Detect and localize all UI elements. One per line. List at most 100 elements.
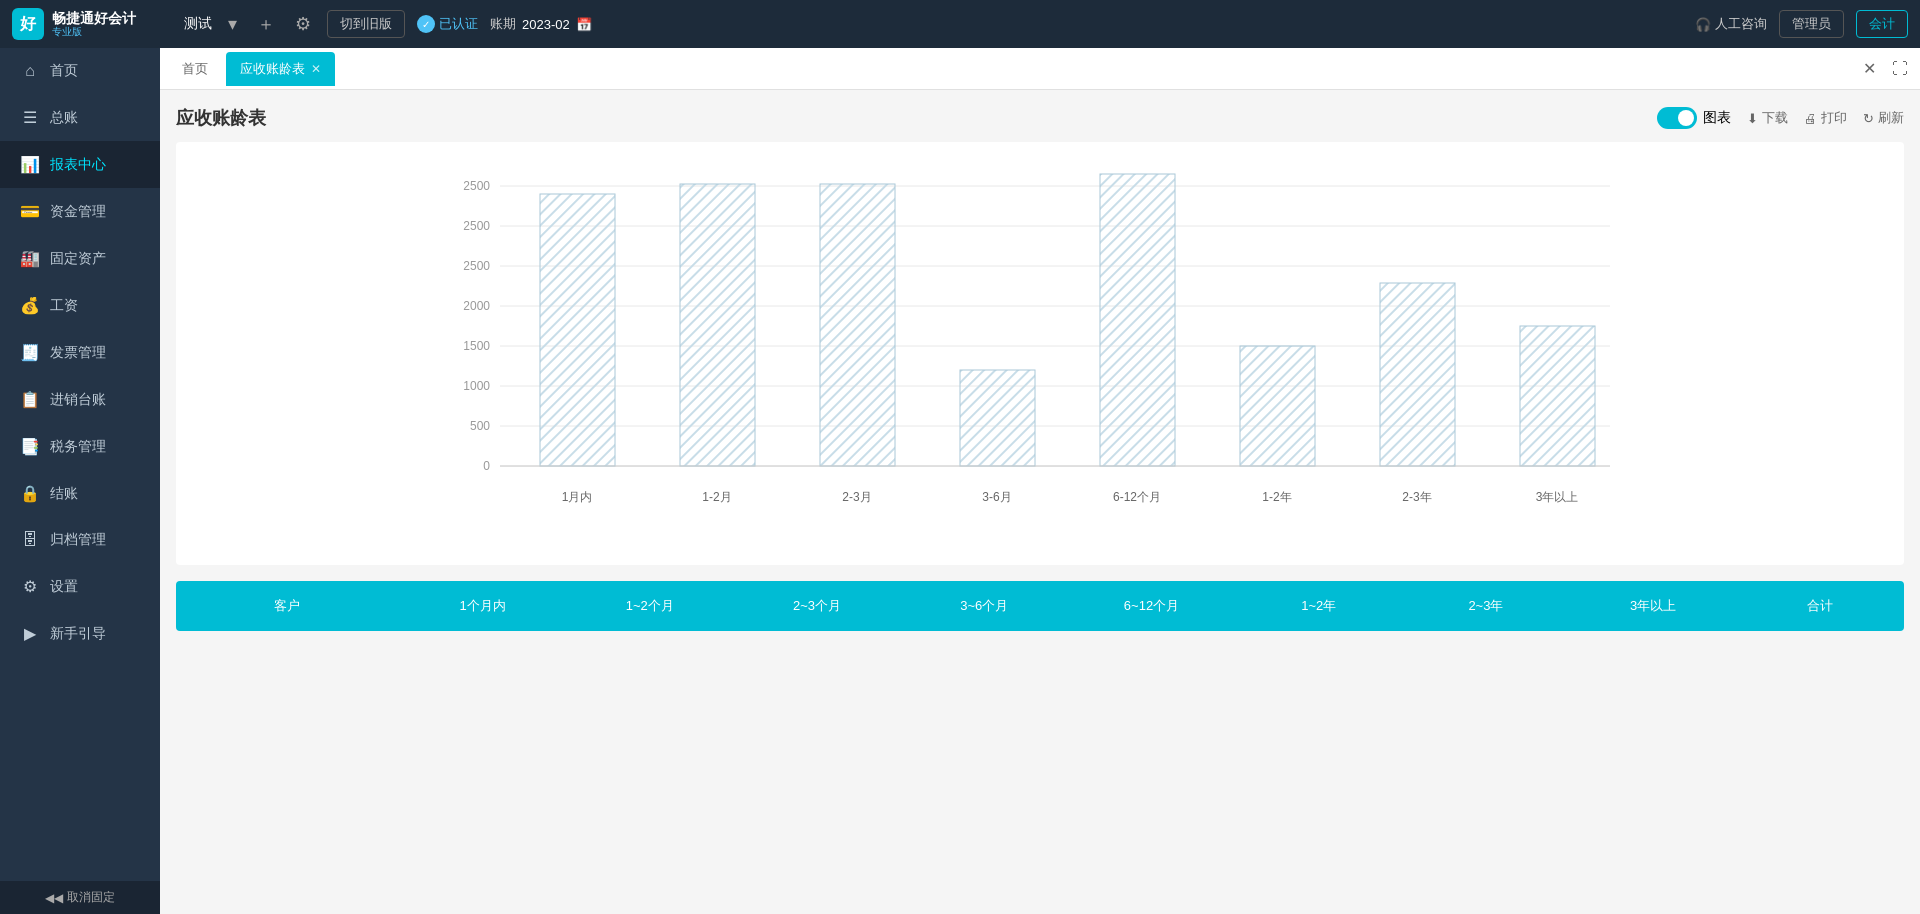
topbar-right: 🎧 人工咨询 管理员 会计	[1695, 10, 1908, 38]
sidebar-item-close[interactable]: 🔒 结账	[0, 470, 160, 517]
col-header-1m: 1个月内	[399, 581, 566, 631]
logo: 好 畅捷通好会计 专业版	[12, 8, 172, 40]
download-icon: ⬇	[1747, 111, 1758, 126]
company-dropdown-button[interactable]: ▾	[224, 11, 241, 37]
add-button[interactable]: ＋	[253, 11, 279, 37]
chart-toggle-group: 图表	[1657, 107, 1731, 129]
svg-text:500: 500	[470, 419, 490, 433]
svg-text:1月内: 1月内	[562, 490, 593, 504]
svg-rect-25	[1100, 174, 1175, 466]
topbar: 好 畅捷通好会计 专业版 测试 ▾ ＋ ⚙ 切到旧版 ✓ 已认证 账期 2023…	[0, 0, 1920, 48]
svg-rect-21	[820, 184, 895, 466]
switch-old-version-button[interactable]: 切到旧版	[327, 10, 405, 38]
sidebar-item-guide[interactable]: ▶ 新手引导	[0, 610, 160, 657]
col-header-customer: 客户	[176, 581, 399, 631]
company-name[interactable]: 测试	[184, 15, 212, 33]
sidebar-label-payroll: 工资	[50, 297, 78, 315]
sidebar-label-settings: 设置	[50, 578, 78, 596]
svg-text:2500: 2500	[463, 259, 490, 273]
tax-icon: 📑	[20, 437, 40, 456]
sidebar-item-home[interactable]: ⌂ 首页	[0, 48, 160, 94]
col-header-2-3y: 2~3年	[1402, 581, 1569, 631]
logo-icon: 好	[12, 8, 44, 40]
page-actions: 图表 ⬇ 下载 🖨 打印 ↻ 刷新	[1657, 107, 1904, 129]
sidebar-label-trade: 进销台账	[50, 391, 106, 409]
pin-icon: ◀◀	[45, 891, 63, 905]
bar-chart: 2500 2500 2500 2000 1500 1000 500 0	[192, 166, 1888, 546]
tabbar: 首页 应收账龄表 ✕ ✕ ⛶	[160, 48, 1920, 90]
tab-aging-close[interactable]: ✕	[311, 62, 321, 76]
settings-gear-button[interactable]: ⚙	[291, 11, 315, 37]
sidebar-item-fund[interactable]: 💳 资金管理	[0, 188, 160, 235]
cancel-fixed-button[interactable]: ◀◀ 取消固定	[0, 881, 160, 914]
page-header: 应收账龄表 图表 ⬇ 下载 🖨 打印 ↻	[176, 106, 1904, 130]
page: 应收账龄表 图表 ⬇ 下载 🖨 打印 ↻	[160, 90, 1920, 914]
sidebar-item-asset[interactable]: 🏭 固定资产	[0, 235, 160, 282]
consult-button[interactable]: 🎧 人工咨询	[1695, 15, 1767, 33]
tab-home[interactable]: 首页	[168, 52, 222, 86]
col-header-6-12m: 6~12个月	[1068, 581, 1235, 631]
logo-sub: 专业版	[52, 26, 136, 38]
headset-icon: 🎧	[1695, 17, 1711, 32]
table-header: 客户 1个月内 1~2个月 2~3个月 3~6个月 6~12个月 1~2年 2~…	[176, 581, 1904, 631]
content-area: 首页 应收账龄表 ✕ ✕ ⛶ 应收账龄表 图表	[160, 48, 1920, 914]
guide-icon: ▶	[20, 624, 40, 643]
svg-text:2-3年: 2-3年	[1402, 490, 1431, 504]
print-button[interactable]: 🖨 打印	[1804, 109, 1847, 127]
sidebar-label-guide: 新手引导	[50, 625, 106, 643]
sidebar-item-payroll[interactable]: 💰 工资	[0, 282, 160, 329]
svg-text:1-2月: 1-2月	[702, 490, 731, 504]
expand-panel-button[interactable]: ⛶	[1888, 56, 1912, 82]
chart-container: 2500 2500 2500 2000 1500 1000 500 0	[176, 142, 1904, 565]
chart-toggle-label: 图表	[1703, 109, 1731, 127]
svg-text:2500: 2500	[463, 179, 490, 193]
asset-icon: 🏭	[20, 249, 40, 268]
period-value: 2023-02	[522, 17, 570, 32]
svg-rect-23	[960, 370, 1035, 466]
svg-text:0: 0	[483, 459, 490, 473]
close-books-icon: 🔒	[20, 484, 40, 503]
sidebar-label-ledger: 总账	[50, 109, 78, 127]
close-panel-button[interactable]: ✕	[1859, 55, 1880, 82]
certified-icon: ✓	[417, 15, 435, 33]
invoice-icon: 🧾	[20, 343, 40, 362]
home-icon: ⌂	[20, 62, 40, 80]
tab-aging-label: 应收账龄表	[240, 60, 305, 78]
col-header-1-2y: 1~2年	[1235, 581, 1402, 631]
col-header-total: 合计	[1737, 581, 1904, 631]
print-icon: 🖨	[1804, 111, 1817, 126]
col-header-3y-plus: 3年以上	[1570, 581, 1737, 631]
trade-icon: 📋	[20, 390, 40, 409]
sidebar-item-report[interactable]: 📊 报表中心	[0, 141, 160, 188]
logo-name: 畅捷通好会计	[52, 10, 136, 27]
certified-badge: ✓ 已认证	[417, 15, 478, 33]
sidebar: ⌂ 首页 ☰ 总账 📊 报表中心 💳 资金管理 🏭 固定资产 💰 工资	[0, 48, 160, 914]
sidebar-item-settings[interactable]: ⚙ 设置	[0, 563, 160, 610]
sidebar-item-trade[interactable]: 📋 进销台账	[0, 376, 160, 423]
sidebar-label-archive: 归档管理	[50, 531, 106, 549]
calendar-icon[interactable]: 📅	[576, 17, 592, 32]
sidebar-label-asset: 固定资产	[50, 250, 106, 268]
sidebar-scroll-area: ⌂ 首页 ☰ 总账 📊 报表中心 💳 资金管理 🏭 固定资产 💰 工资	[0, 48, 160, 914]
period-info: 账期 2023-02 📅	[490, 15, 592, 33]
sidebar-item-tax[interactable]: 📑 税务管理	[0, 423, 160, 470]
role-button[interactable]: 会计	[1856, 10, 1908, 38]
chart-toggle-switch[interactable]	[1657, 107, 1697, 129]
sidebar-item-invoice[interactable]: 🧾 发票管理	[0, 329, 160, 376]
sidebar-label-report: 报表中心	[50, 156, 106, 174]
svg-text:3-6月: 3-6月	[982, 490, 1011, 504]
download-button[interactable]: ⬇ 下载	[1747, 109, 1788, 127]
refresh-icon: ↻	[1863, 111, 1874, 126]
archive-icon: 🗄	[20, 531, 40, 549]
svg-text:3年以上: 3年以上	[1536, 490, 1579, 504]
sidebar-item-ledger[interactable]: ☰ 总账	[0, 94, 160, 141]
period-label: 账期	[490, 15, 516, 33]
sidebar-item-archive[interactable]: 🗄 归档管理	[0, 517, 160, 563]
svg-rect-19	[680, 184, 755, 466]
svg-rect-17	[540, 194, 615, 466]
refresh-button[interactable]: ↻ 刷新	[1863, 109, 1904, 127]
manager-button[interactable]: 管理员	[1779, 10, 1844, 38]
svg-text:1500: 1500	[463, 339, 490, 353]
ledger-icon: ☰	[20, 108, 40, 127]
tab-aging[interactable]: 应收账龄表 ✕	[226, 52, 335, 86]
